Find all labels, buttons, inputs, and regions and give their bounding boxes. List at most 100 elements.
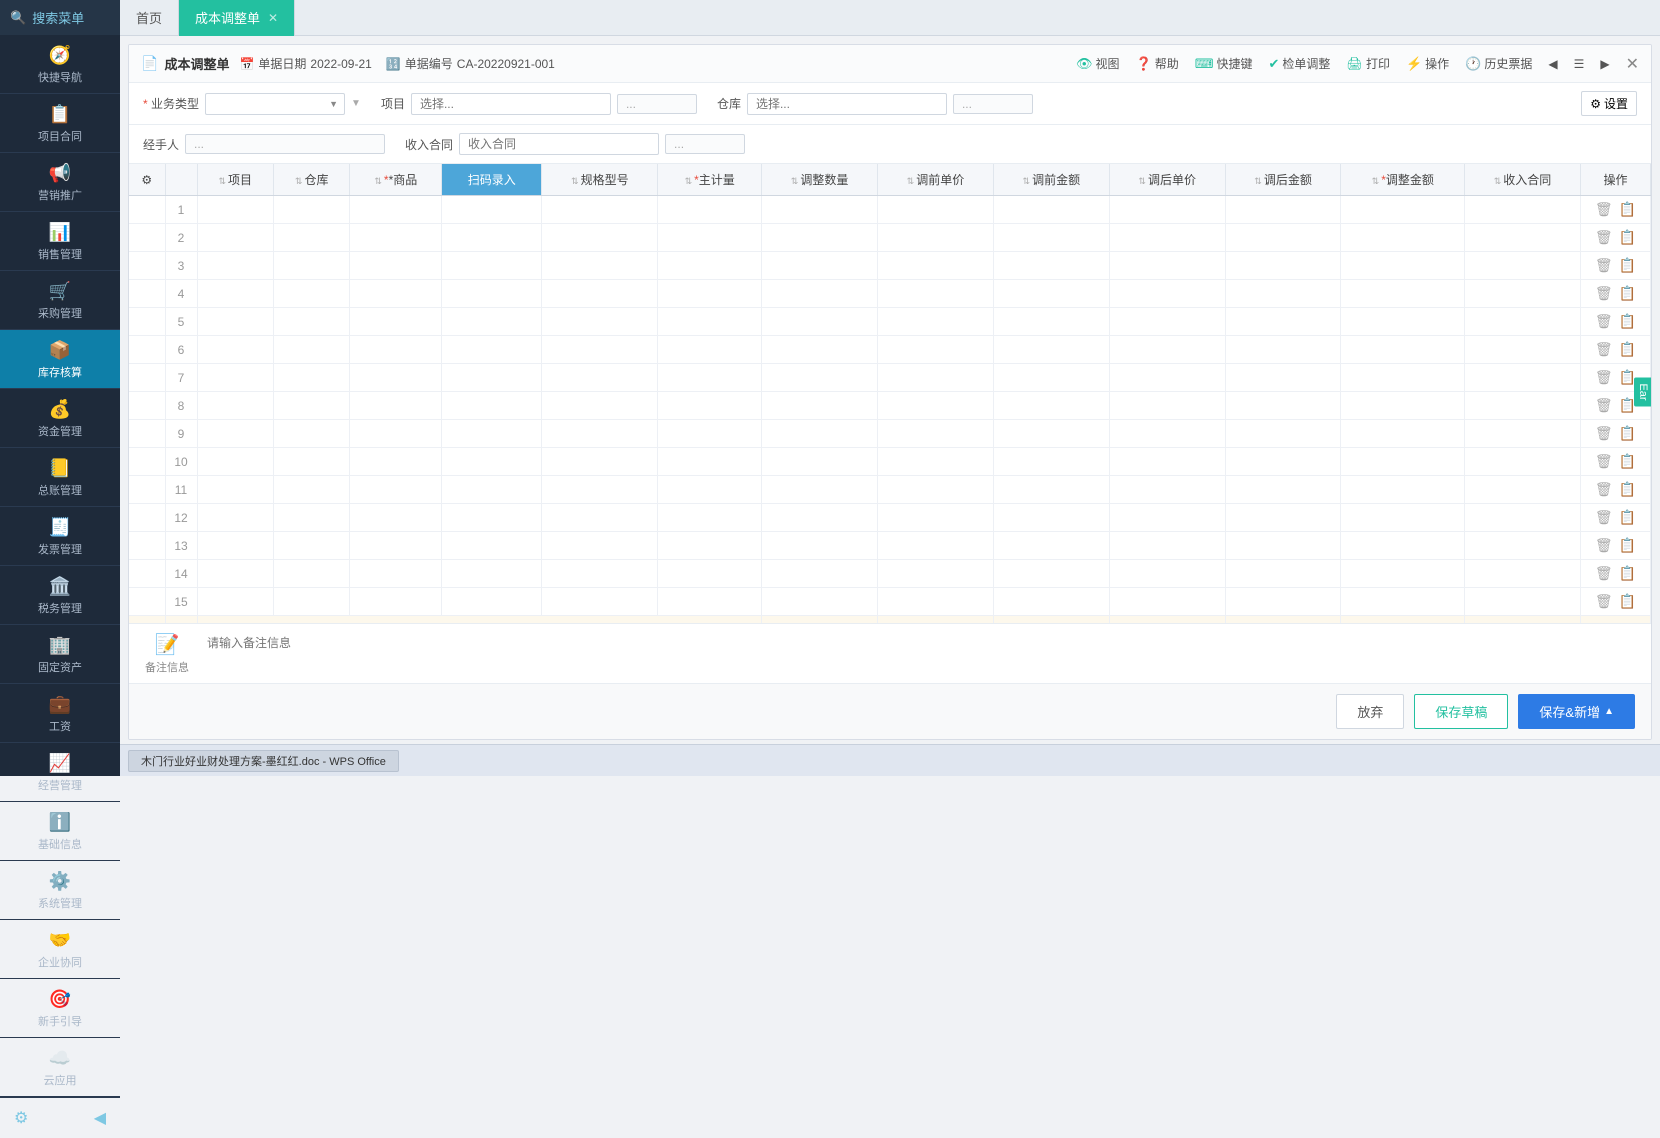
th-prev-unit-price[interactable]: ⇅调前单价 [877, 164, 993, 196]
tab-home[interactable]: 首页 [120, 0, 179, 36]
copy-icon[interactable]: 📋 [1619, 425, 1636, 442]
sidebar-item-fixed-assets[interactable]: 🏢 固定资产 [0, 625, 120, 684]
nav-prev-btn[interactable]: ◀ [1544, 55, 1561, 73]
table-row: 14 🗑 📋 [129, 560, 1651, 588]
income-contract-input[interactable] [459, 133, 659, 155]
copy-icon[interactable]: 📋 [1619, 201, 1636, 218]
taskbar-wps-item[interactable]: 木门行业好业财处理方案-墨红红.doc - WPS Office [128, 750, 399, 772]
copy-icon[interactable]: 📋 [1619, 565, 1636, 582]
sidebar-item-sales-mgmt[interactable]: 📊 销售管理 [0, 212, 120, 271]
save-new-button[interactable]: 保存&新增 ▲ [1518, 694, 1635, 729]
delete-icon[interactable]: 🗑 [1595, 481, 1613, 498]
delete-icon[interactable]: 🗑 [1595, 229, 1613, 246]
tab-close-icon[interactable]: ✕ [268, 11, 278, 25]
copy-icon[interactable]: 📋 [1619, 229, 1636, 246]
discard-button[interactable]: 放弃 [1336, 694, 1404, 729]
copy-icon[interactable]: 📋 [1619, 593, 1636, 610]
right-edge-button[interactable]: Ear [1634, 377, 1652, 406]
collapse-icon[interactable]: ◀ [94, 1108, 106, 1128]
sidebar-item-sys-mgmt[interactable]: ⚙️ 系统管理 [0, 861, 120, 920]
delete-icon[interactable]: 🗑 [1595, 341, 1613, 358]
sidebar-item-enterprise-collab[interactable]: 🤝 企业协同 [0, 920, 120, 979]
warehouse-field: 仓库 ... [717, 93, 1033, 115]
tab-cost-adjust[interactable]: 成本调整单 ✕ [179, 0, 295, 36]
th-adj-amount[interactable]: ⇅*调整金额 [1341, 164, 1465, 196]
history-btn[interactable]: 🕐 历史票据 [1461, 53, 1536, 74]
delete-icon[interactable]: 🗑 [1595, 313, 1613, 330]
sidebar-item-basic-info[interactable]: ℹ️ 基础信息 [0, 802, 120, 861]
th-unit[interactable]: ⇅*主计量 [658, 164, 762, 196]
th-goods[interactable]: ⇅**商品 [350, 164, 442, 196]
help-btn[interactable]: ❓ 帮助 [1132, 53, 1183, 74]
td-goods [350, 532, 442, 560]
shortcuts-btn[interactable]: ⌨ 快捷键 [1191, 53, 1257, 74]
th-scan-input[interactable]: 扫码录入 [442, 164, 542, 196]
th-after-amount[interactable]: ⇅调后金额 [1225, 164, 1341, 196]
income-contract-dots-btn[interactable]: ... [665, 134, 745, 154]
delete-icon[interactable]: 🗑 [1595, 285, 1613, 302]
th-adj-qty[interactable]: ⇅调整数量 [762, 164, 878, 196]
sidebar-item-payroll[interactable]: 💼 工资 [0, 684, 120, 743]
sidebar-item-sales-promo[interactable]: 📢 营销推广 [0, 153, 120, 212]
copy-icon[interactable]: 📋 [1619, 453, 1636, 470]
td-settings [129, 448, 165, 476]
delete-icon[interactable]: 🗑 [1595, 425, 1613, 442]
th-project[interactable]: ⇅项目 [197, 164, 273, 196]
ops-btn[interactable]: ⚡ 操作 [1402, 53, 1453, 74]
delete-icon[interactable]: 🗑 [1595, 565, 1613, 582]
delete-icon[interactable]: 🗑 [1595, 453, 1613, 470]
td-adj-amount [1341, 224, 1465, 252]
sidebar-search[interactable]: 🔍 搜索菜单 [0, 0, 120, 35]
copy-icon[interactable]: 📋 [1619, 509, 1636, 526]
delete-icon[interactable]: 🗑 [1595, 257, 1613, 274]
copy-icon[interactable]: 📋 [1619, 313, 1636, 330]
th-settings[interactable]: ⚙ [129, 164, 165, 196]
doc-close-btn[interactable]: ✕ [1626, 54, 1639, 74]
settings-button[interactable]: ⚙ 设置 [1581, 91, 1637, 116]
sidebar-item-tax-mgmt[interactable]: 🏛️ 税务管理 [0, 566, 120, 625]
warehouse-input[interactable] [747, 93, 947, 115]
sidebar-item-purchase-mgmt[interactable]: 🛒 采购管理 [0, 271, 120, 330]
copy-icon[interactable]: 📋 [1619, 537, 1636, 554]
notes-input[interactable] [203, 632, 1637, 654]
save-draft-button[interactable]: 保存草稿 [1414, 694, 1508, 729]
check-btn[interactable]: ✔ 检单调整 [1265, 53, 1335, 74]
sidebar-item-general-ledger[interactable]: 📒 总账管理 [0, 448, 120, 507]
copy-icon[interactable]: 📋 [1619, 481, 1636, 498]
nav-next-btn[interactable]: ▶ [1596, 55, 1613, 73]
delete-icon[interactable]: 🗑 [1595, 537, 1613, 554]
delete-icon[interactable]: 🗑 [1595, 397, 1613, 414]
th-after-unit-price[interactable]: ⇅调后单价 [1109, 164, 1225, 196]
delete-icon[interactable]: 🗑 [1595, 593, 1613, 610]
copy-icon[interactable]: 📋 [1619, 341, 1636, 358]
sidebar-item-finance-mgmt[interactable]: 💰 资金管理 [0, 389, 120, 448]
sidebar-item-invoice-mgmt[interactable]: 🧾 发票管理 [0, 507, 120, 566]
copy-icon[interactable]: 📋 [1619, 257, 1636, 274]
settings-icon[interactable]: ⚙ [14, 1108, 28, 1128]
project-dots-btn[interactable]: ... [617, 94, 697, 114]
view-btn[interactable]: 👁 视图 [1072, 53, 1124, 74]
td-prev-amount [993, 308, 1109, 336]
th-warehouse[interactable]: ⇅仓库 [273, 164, 349, 196]
sidebar-item-inventory-calc[interactable]: 📦 库存核算 [0, 330, 120, 389]
th-spec[interactable]: ⇅规格型号 [542, 164, 658, 196]
sidebar-item-ops-mgmt[interactable]: 📈 经营管理 [0, 743, 120, 802]
sidebar-item-cloud-apps[interactable]: ☁️ 云应用 [0, 1038, 120, 1097]
delete-icon[interactable]: 🗑 [1595, 509, 1613, 526]
delete-icon[interactable]: 🗑 [1595, 201, 1613, 218]
project-input[interactable] [411, 93, 611, 115]
sidebar-item-project-contract[interactable]: 📋 项目合同 [0, 94, 120, 153]
td-row-num: 9 [165, 420, 197, 448]
print-btn[interactable]: 🖨 打印 [1342, 53, 1394, 74]
td-warehouse [273, 448, 349, 476]
delete-icon[interactable]: 🗑 [1595, 369, 1613, 386]
biz-type-select[interactable]: 结存调整 [205, 93, 345, 115]
handler-dots-btn[interactable]: ... [185, 134, 385, 154]
th-prev-amount[interactable]: ⇅调前金额 [993, 164, 1109, 196]
warehouse-dots-btn[interactable]: ... [953, 94, 1033, 114]
sidebar-item-new-guide[interactable]: 🎯 新手引导 [0, 979, 120, 1038]
copy-icon[interactable]: 📋 [1619, 285, 1636, 302]
th-income-contract[interactable]: ⇅收入合同 [1465, 164, 1581, 196]
nav-list-btn[interactable]: ☰ [1570, 55, 1589, 73]
sidebar-item-quick-nav[interactable]: 🧭 快捷导航 [0, 35, 120, 94]
